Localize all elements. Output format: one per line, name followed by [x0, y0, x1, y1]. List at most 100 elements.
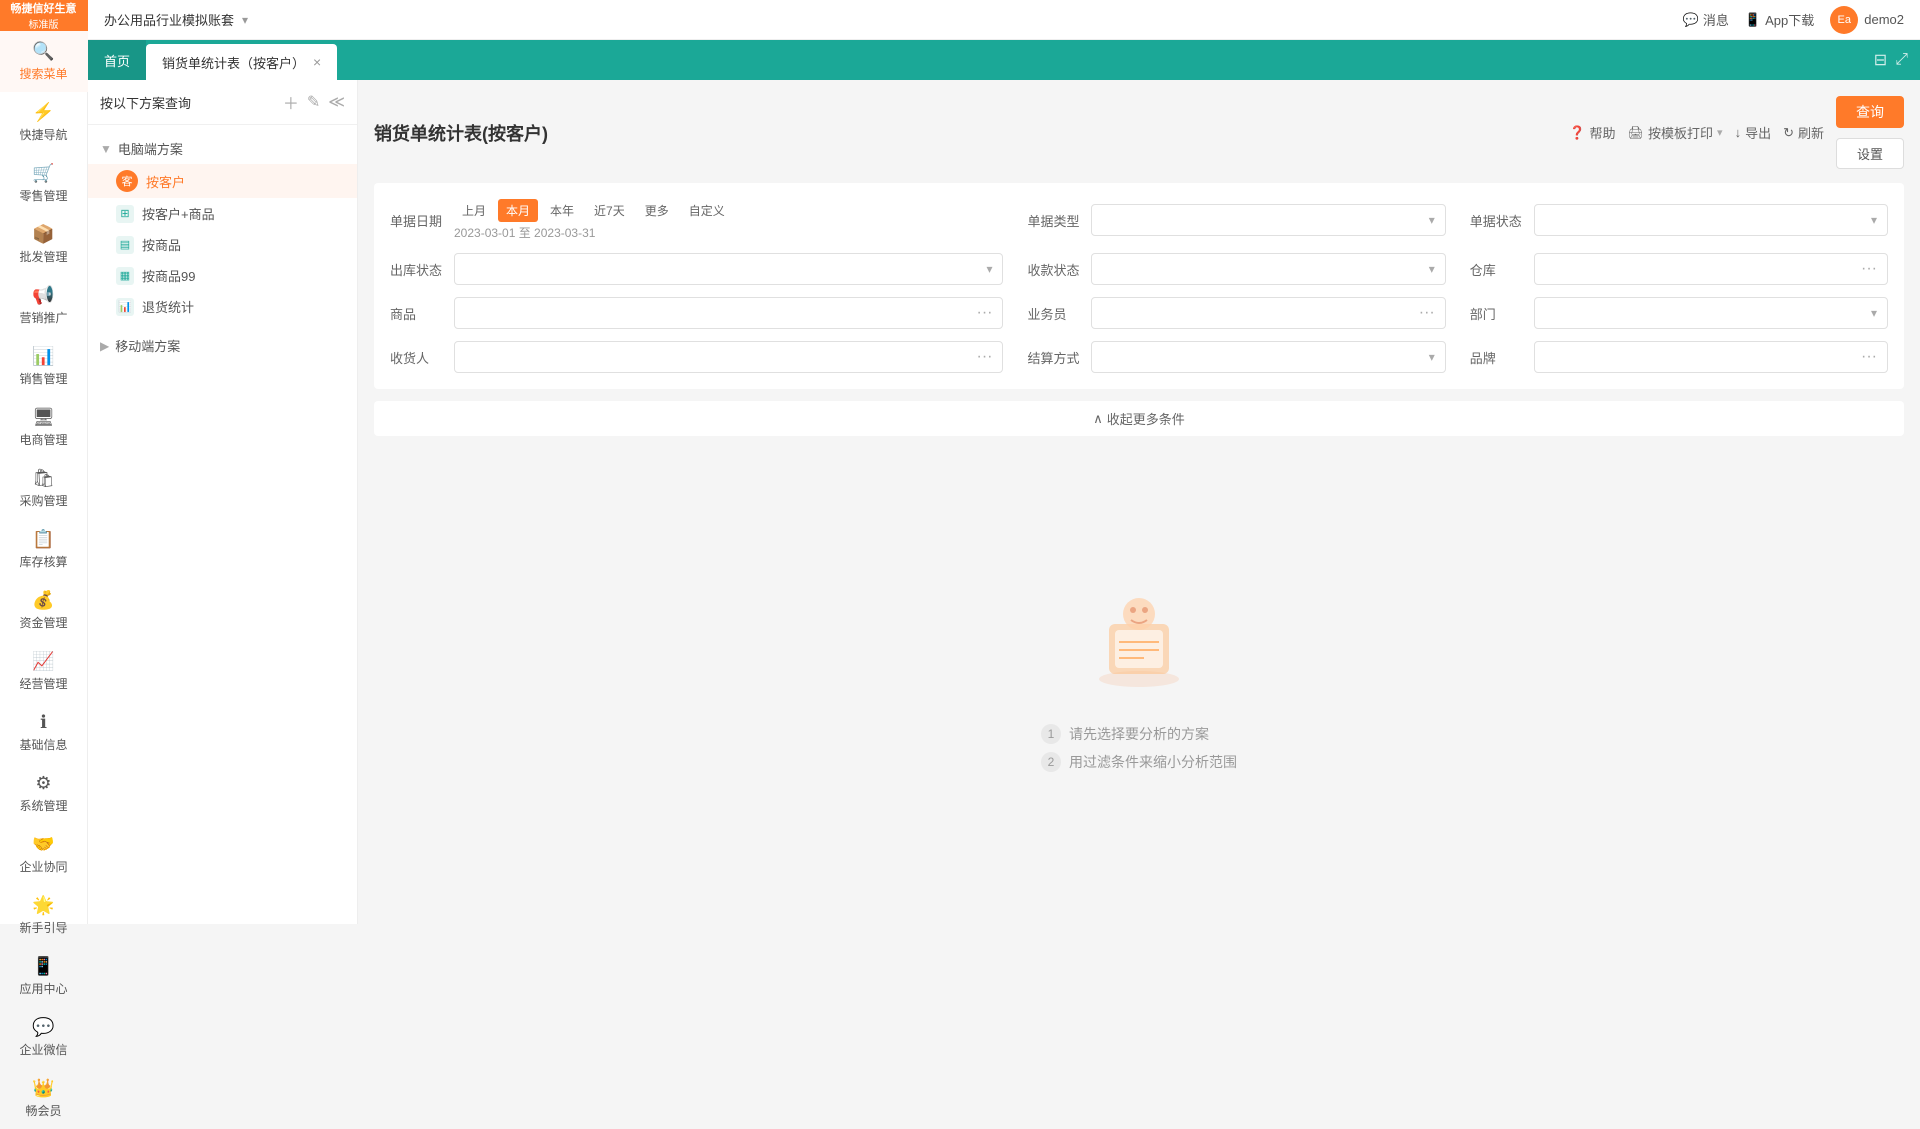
brand-label: 品牌 — [1470, 348, 1526, 367]
dept-input[interactable]: ▾ — [1534, 297, 1888, 329]
sidebar-item-purchase[interactable]: 🛍 采购管理 — [0, 458, 88, 519]
export-button[interactable]: ↓ 导出 — [1735, 123, 1772, 142]
date-btn-this-year[interactable]: 本年 — [542, 199, 582, 222]
date-btn-7days[interactable]: 近7天 — [586, 199, 633, 222]
sidebar-item-sales[interactable]: 📊 销售管理 — [0, 336, 88, 397]
sidebar-item-basic[interactable]: ℹ 基础信息 — [0, 702, 88, 763]
tab-maximize-icon[interactable]: ⤢ — [1895, 51, 1908, 69]
doc-type-input[interactable]: ▾ — [1091, 204, 1445, 236]
date-btn-custom[interactable]: 自定义 — [681, 199, 733, 222]
sidebar-item-corp[interactable]: 🤝 企业协同 — [0, 824, 88, 885]
filter-dept: 部门 ▾ — [1470, 297, 1888, 329]
tab-minimize-icon[interactable]: ⊟ — [1874, 50, 1887, 70]
appstore-icon: 📱 — [32, 956, 54, 977]
payment-method-input[interactable]: ▾ — [1091, 341, 1445, 373]
clerk-input[interactable]: ··· — [1091, 297, 1445, 329]
sidebar-item-wholesale[interactable]: 📦 批发管理 — [0, 214, 88, 275]
ecom-icon: 🖥 — [32, 407, 55, 428]
page-title-bar: 销货单统计表(按客户) ❓ 帮助 🖨 按模板打印 ▾ ↓ 导出 — [374, 96, 1904, 169]
tab-home[interactable]: 首页 — [88, 40, 146, 80]
clerk-dots-icon: ··· — [1419, 304, 1435, 322]
date-btn-this-month[interactable]: 本月 — [498, 199, 538, 222]
filter-payment-status: 收款状态 ▾ — [1027, 253, 1445, 285]
sidebar-item-ecom[interactable]: 🖥 电商管理 — [0, 397, 88, 458]
tree-item-by-goods[interactable]: ▤ 按商品 — [88, 229, 357, 260]
retail-icon: 🛒 — [32, 163, 54, 184]
tree-item-by-customer-goods-label: 按客户+商品 — [142, 204, 215, 223]
collapse-panel-button[interactable]: ≪ — [328, 92, 345, 112]
search-icon: 🔍 — [32, 41, 54, 62]
tab-sales-stat[interactable]: 销货单统计表（按客户） × — [146, 44, 337, 80]
help-button[interactable]: ❓ 帮助 — [1569, 123, 1615, 142]
tree-item-return-stat-label: 退货统计 — [142, 297, 194, 316]
brand-input[interactable]: ··· — [1534, 341, 1888, 373]
filter-payment-method: 结算方式 ▾ — [1027, 341, 1445, 373]
tree-item-by-customer-goods[interactable]: ⊞ 按客户+商品 — [88, 198, 357, 229]
left-panel-header: 按以下方案查询 ＋ ✎ ≪ — [88, 80, 357, 125]
date-btn-more[interactable]: 更多 — [637, 199, 677, 222]
avatar: Ea — [1830, 6, 1858, 34]
sidebar-item-marketing-label: 营销推广 — [19, 309, 67, 326]
sidebar-item-appstore[interactable]: 📱 应用中心 — [0, 946, 88, 1007]
out-status-label: 出库状态 — [390, 260, 446, 279]
tab-home-label: 首页 — [104, 51, 130, 70]
by-goods-icon: ▤ — [116, 236, 134, 254]
edit-scheme-button[interactable]: ✎ — [307, 92, 320, 112]
setting-button[interactable]: 设置 — [1836, 138, 1904, 169]
tree-group-desktop-label: 电脑端方案 — [118, 139, 183, 158]
sidebar-item-retail[interactable]: 🛒 零售管理 — [0, 153, 88, 214]
sidebar-item-quick-nav[interactable]: ⚡ 快捷导航 — [0, 92, 88, 153]
query-button[interactable]: 查询 — [1836, 96, 1904, 128]
left-panel: 按以下方案查询 ＋ ✎ ≪ ▼ 电脑端方案 客 按客户 ⊞ 按 — [88, 80, 358, 924]
tree-group-desktop[interactable]: ▼ 电脑端方案 — [88, 133, 357, 164]
tab-close-icon[interactable]: × — [313, 54, 321, 70]
sidebar-item-newbie[interactable]: 🌟 新手引导 — [0, 885, 88, 946]
template-print-button[interactable]: 🖨 按模板打印 ▾ — [1628, 123, 1723, 142]
top-header: 办公用品行业模拟账套 ▾ 💬 消息 📱 App下载 Ea demo2 — [88, 0, 1920, 40]
add-scheme-button[interactable]: ＋ — [283, 90, 299, 114]
goods-label: 商品 — [390, 304, 446, 323]
ops-icon: 📈 — [32, 651, 54, 672]
basic-icon: ℹ — [40, 712, 47, 733]
receiver-input[interactable]: ··· — [454, 341, 1003, 373]
app-download-button[interactable]: 📱 App下载 — [1745, 10, 1814, 29]
sidebar-item-marketing[interactable]: 📢 营销推广 — [0, 275, 88, 336]
tree-group-mobile[interactable]: ▶ 移动端方案 — [88, 330, 357, 361]
sidebar-item-ops[interactable]: 📈 经营管理 — [0, 641, 88, 702]
collapse-bar[interactable]: ∧ 收起更多条件 — [374, 401, 1904, 436]
goods-input[interactable]: ··· — [454, 297, 1003, 329]
doc-status-input[interactable]: ▾ — [1534, 204, 1888, 236]
warehouse-input[interactable]: ··· — [1534, 253, 1888, 285]
message-button[interactable]: 💬 消息 — [1683, 10, 1729, 29]
tree-item-by-customer[interactable]: 客 按客户 — [88, 164, 357, 198]
tip-num-1: 1 — [1041, 724, 1061, 744]
out-status-input[interactable]: ▾ — [454, 253, 1003, 285]
tab-bar-expand: ⊟ ⤢ — [1862, 40, 1920, 80]
date-btn-last-month[interactable]: 上月 — [454, 199, 494, 222]
header-dropdown-icon[interactable]: ▾ — [242, 13, 248, 27]
content-area: 按以下方案查询 ＋ ✎ ≪ ▼ 电脑端方案 客 按客户 ⊞ 按 — [88, 80, 1920, 924]
warehouse-label: 仓库 — [1470, 260, 1526, 279]
sidebar-item-system[interactable]: ⚙ 系统管理 — [0, 763, 88, 824]
tree-item-return-stat[interactable]: 📊 退货统计 — [88, 291, 357, 322]
wholesale-icon: 📦 — [32, 224, 54, 245]
user-info[interactable]: Ea demo2 — [1830, 6, 1904, 34]
left-panel-title: 按以下方案查询 — [100, 93, 191, 112]
refresh-button[interactable]: ↻ 刷新 — [1783, 123, 1824, 142]
tree-item-by-goods-99[interactable]: ▦ 按商品99 — [88, 260, 357, 291]
doc-type-arrow-icon: ▾ — [1429, 213, 1435, 227]
sidebar-item-member[interactable]: 👑 畅会员 — [0, 1068, 88, 1129]
payment-status-input[interactable]: ▾ — [1091, 253, 1445, 285]
sidebar-item-finance[interactable]: 💰 资金管理 — [0, 580, 88, 641]
username: demo2 — [1864, 12, 1904, 27]
payment-method-label: 结算方式 — [1027, 348, 1083, 367]
header-right: 💬 消息 📱 App下载 Ea demo2 — [1683, 6, 1904, 34]
sidebar-item-wechat[interactable]: 💬 企业微信 — [0, 1007, 88, 1068]
app-download-icon: 📱 — [1745, 12, 1761, 28]
brand-dots-icon: ··· — [1861, 348, 1877, 366]
page-title: 销货单统计表(按客户) — [374, 120, 548, 146]
sidebar-item-search[interactable]: 🔍 搜索菜单 — [0, 31, 88, 92]
sidebar-item-inventory[interactable]: 📋 库存核算 — [0, 519, 88, 580]
tip-text-1: 请先选择要分析的方案 — [1069, 724, 1209, 744]
sidebar-item-ops-label: 经营管理 — [19, 675, 67, 692]
